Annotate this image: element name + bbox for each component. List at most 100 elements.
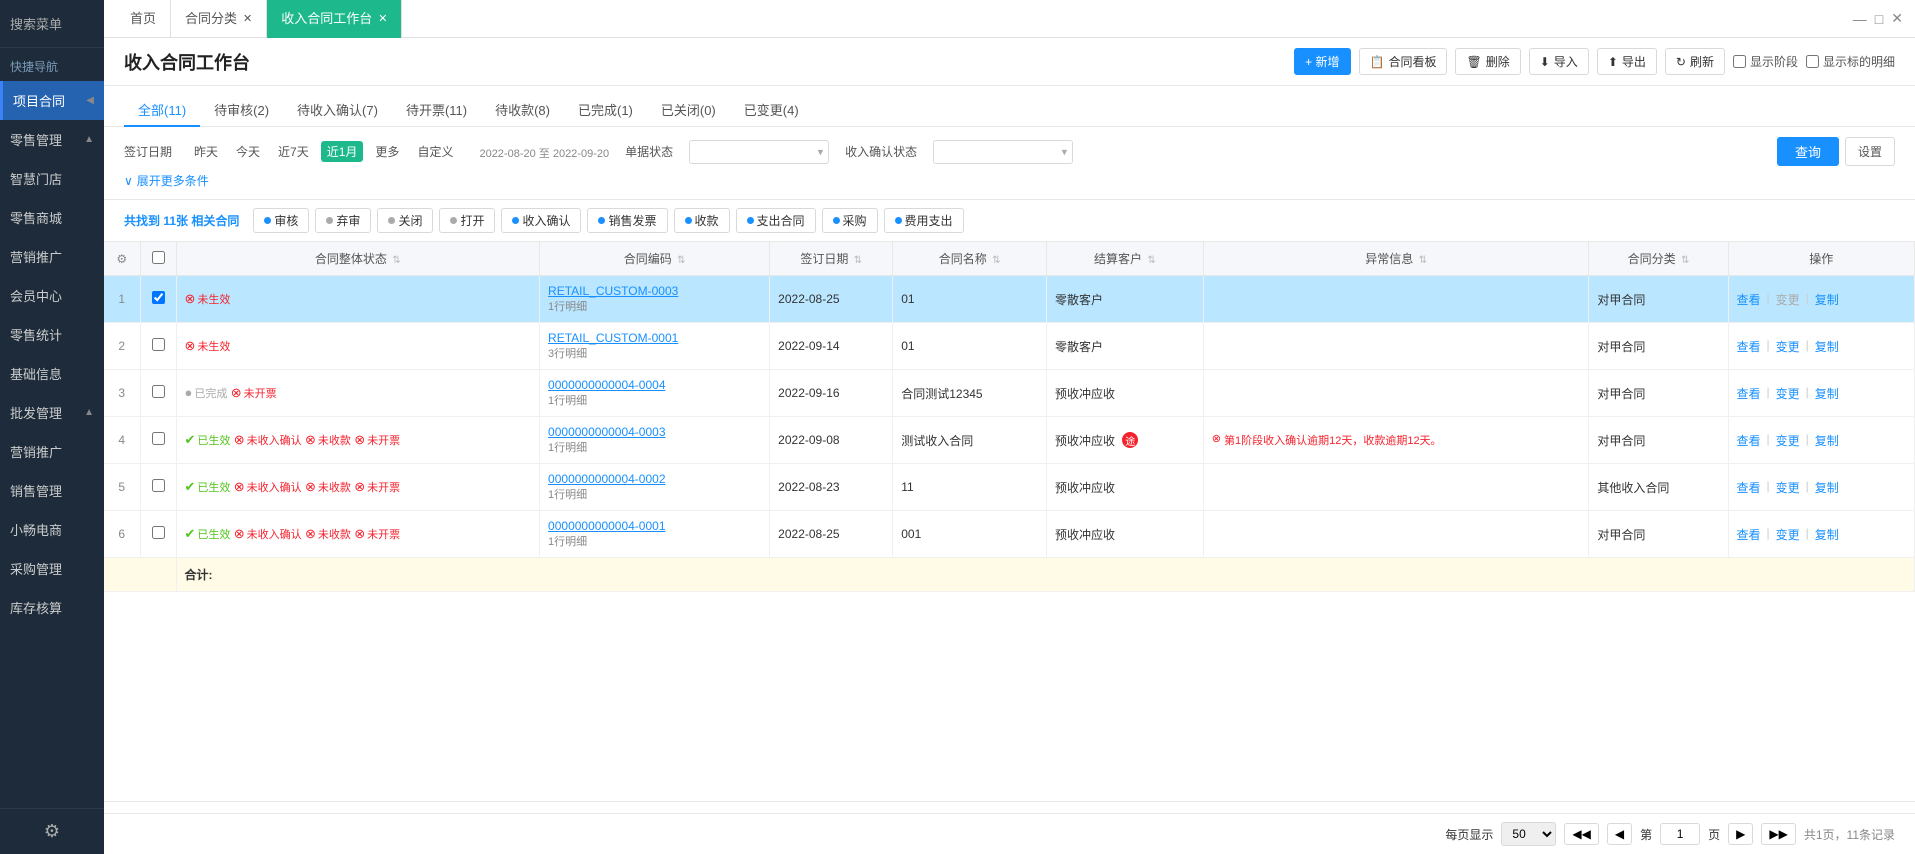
sidebar-item-retail-mall[interactable]: 零售商城 bbox=[0, 198, 104, 237]
prev-page-btn[interactable]: ◀ bbox=[1607, 823, 1632, 845]
tab-contract-cat[interactable]: 合同分类 ✕ bbox=[171, 0, 267, 38]
date-btn-today[interactable]: 今天 bbox=[230, 141, 266, 162]
per-page-select[interactable]: 50 10 20 100 bbox=[1501, 822, 1556, 846]
sidebar-item-purchase[interactable]: 采购管理 bbox=[0, 549, 104, 588]
expand-conditions-btn[interactable]: ∨ 展开更多条件 bbox=[124, 172, 1895, 189]
horizontal-scrollbar[interactable] bbox=[104, 801, 1915, 813]
sidebar-settings[interactable]: ⚙ bbox=[0, 808, 104, 854]
filter-tab-pending-invoice[interactable]: 待开票(11) bbox=[392, 94, 481, 127]
purchase-btn[interactable]: 采购 bbox=[822, 208, 878, 233]
filter-tab-all[interactable]: 全部(11) bbox=[124, 94, 200, 127]
sidebar-item-mkt-push[interactable]: 营销推广 bbox=[0, 432, 104, 471]
row-checkbox[interactable] bbox=[152, 385, 165, 398]
copy-btn-row5[interactable]: 复制 bbox=[1815, 479, 1839, 496]
filter-tab-changed[interactable]: 已变更(4) bbox=[730, 94, 813, 127]
delete-button[interactable]: 🗑 删除 bbox=[1455, 48, 1520, 75]
contract-code-link-row2[interactable]: RETAIL_CUSTOM-0001 bbox=[548, 331, 678, 345]
show-segment-checkbox[interactable]: 显示阶段 bbox=[1733, 53, 1798, 70]
first-page-btn[interactable]: ◀◀ bbox=[1564, 823, 1598, 845]
export-button[interactable]: ⬆ 导出 bbox=[1597, 48, 1657, 75]
filter-tab-pending-review[interactable]: 待审核(2) bbox=[200, 94, 283, 127]
row-checkbox[interactable] bbox=[152, 432, 165, 445]
expense-out-btn[interactable]: 费用支出 bbox=[884, 208, 964, 233]
filter-tab-pending-payment[interactable]: 待收款(8) bbox=[481, 94, 564, 127]
col-sign-date[interactable]: 签订日期 ⇅ bbox=[770, 242, 893, 276]
last-page-btn[interactable]: ▶▶ bbox=[1761, 823, 1795, 845]
col-customer[interactable]: 结算客户 ⇅ bbox=[1046, 242, 1203, 276]
view-btn-row6[interactable]: 查看 bbox=[1737, 526, 1761, 543]
sidebar-item-base-info[interactable]: 基础信息 bbox=[0, 354, 104, 393]
sidebar-item-marketing[interactable]: 营销推广 bbox=[0, 237, 104, 276]
tab-home[interactable]: 首页 bbox=[116, 0, 171, 38]
col-name[interactable]: 合同名称 ⇅ bbox=[893, 242, 1047, 276]
close-tab-income-workbench[interactable]: ✕ bbox=[378, 0, 387, 38]
col-gear[interactable]: ⚙ bbox=[104, 242, 140, 276]
contract-code-link-row1[interactable]: RETAIL_CUSTOM-0003 bbox=[548, 284, 678, 298]
contract-code-link-row4[interactable]: 0000000000004-0003 bbox=[548, 425, 665, 439]
change-btn-row6[interactable]: 变更 bbox=[1776, 526, 1800, 543]
sidebar-item-retail-stat[interactable]: 零售统计 bbox=[0, 315, 104, 354]
review-btn[interactable]: 审核 bbox=[253, 208, 309, 233]
view-btn-row3[interactable]: 查看 bbox=[1737, 385, 1761, 402]
sidebar-item-member[interactable]: 会员中心 bbox=[0, 276, 104, 315]
row-checkbox[interactable] bbox=[152, 338, 165, 351]
view-btn-row4[interactable]: 查看 bbox=[1737, 432, 1761, 449]
contract-code-link-row3[interactable]: 0000000000004-0004 bbox=[548, 378, 665, 392]
bill-status-select[interactable] bbox=[689, 140, 829, 164]
date-btn-more[interactable]: 更多 bbox=[369, 141, 405, 162]
close-icon[interactable]: ✕ bbox=[1891, 10, 1903, 27]
income-confirm-select[interactable] bbox=[933, 140, 1073, 164]
row-checkbox[interactable] bbox=[152, 479, 165, 492]
col-code[interactable]: 合同编码 ⇅ bbox=[540, 242, 770, 276]
close-contract-btn[interactable]: 关闭 bbox=[377, 208, 433, 233]
change-btn-row2[interactable]: 变更 bbox=[1776, 338, 1800, 355]
sidebar-item-xiaochu[interactable]: 小畅电商 bbox=[0, 510, 104, 549]
contract-code-link-row5[interactable]: 0000000000004-0002 bbox=[548, 472, 665, 486]
sidebar-item-smart-store[interactable]: 智慧门店 bbox=[0, 159, 104, 198]
sidebar-item-inventory[interactable]: 库存核算 bbox=[0, 588, 104, 627]
refresh-button[interactable]: ↻ 刷新 bbox=[1665, 48, 1725, 75]
settings-button[interactable]: 设置 bbox=[1845, 137, 1895, 166]
close-tab-contract-cat[interactable]: ✕ bbox=[243, 0, 252, 38]
view-btn-row2[interactable]: 查看 bbox=[1737, 338, 1761, 355]
copy-btn-row1[interactable]: 复制 bbox=[1815, 291, 1839, 308]
date-btn-last1m[interactable]: 近1月 bbox=[321, 141, 364, 162]
page-input[interactable] bbox=[1660, 823, 1700, 845]
copy-btn-row2[interactable]: 复制 bbox=[1815, 338, 1839, 355]
query-button[interactable]: 查询 bbox=[1777, 137, 1839, 166]
filter-tab-closed[interactable]: 已关闭(0) bbox=[647, 94, 730, 127]
abandon-btn[interactable]: 弃审 bbox=[315, 208, 371, 233]
select-all-checkbox[interactable] bbox=[152, 251, 165, 264]
minimize-icon[interactable]: — bbox=[1853, 11, 1867, 27]
view-btn-row5[interactable]: 查看 bbox=[1737, 479, 1761, 496]
maximize-icon[interactable]: □ bbox=[1875, 11, 1883, 27]
add-button[interactable]: + 新增 bbox=[1294, 48, 1350, 75]
income-confirm-btn[interactable]: 收入确认 bbox=[501, 208, 581, 233]
contract-code-link-row6[interactable]: 0000000000004-0001 bbox=[548, 519, 665, 533]
change-btn-row4[interactable]: 变更 bbox=[1776, 432, 1800, 449]
sidebar-search[interactable]: 搜索菜单 bbox=[0, 0, 104, 48]
show-detail-checkbox[interactable]: 显示标的明细 bbox=[1806, 53, 1895, 70]
row-checkbox[interactable] bbox=[152, 526, 165, 539]
sidebar-item-retail-mgmt[interactable]: 零售管理 ▲ bbox=[0, 120, 104, 159]
row-checkbox[interactable] bbox=[152, 291, 165, 304]
date-btn-last7[interactable]: 近7天 bbox=[272, 141, 315, 162]
contract-board-button[interactable]: 📋 合同看板 bbox=[1359, 48, 1448, 75]
view-btn-row1[interactable]: 查看 bbox=[1737, 291, 1761, 308]
col-category[interactable]: 合同分类 ⇅ bbox=[1589, 242, 1728, 276]
col-abnormal[interactable]: 异常信息 ⇅ bbox=[1203, 242, 1589, 276]
date-btn-custom[interactable]: 自定义 bbox=[411, 141, 459, 162]
receipt-btn[interactable]: 收款 bbox=[674, 208, 730, 233]
date-btn-yesterday[interactable]: 昨天 bbox=[188, 141, 224, 162]
copy-btn-row4[interactable]: 复制 bbox=[1815, 432, 1839, 449]
tab-income-workbench[interactable]: 收入合同工作台 ✕ bbox=[267, 0, 402, 38]
filter-tab-pending-confirm[interactable]: 待收入确认(7) bbox=[283, 94, 392, 127]
out-contract-btn[interactable]: 支出合同 bbox=[736, 208, 816, 233]
change-btn-row3[interactable]: 变更 bbox=[1776, 385, 1800, 402]
copy-btn-row3[interactable]: 复制 bbox=[1815, 385, 1839, 402]
filter-tab-completed[interactable]: 已完成(1) bbox=[564, 94, 647, 127]
print-btn[interactable]: 打开 bbox=[439, 208, 495, 233]
sidebar-item-wholesale[interactable]: 批发管理 ▲ bbox=[0, 393, 104, 432]
import-button[interactable]: ⬇ 导入 bbox=[1529, 48, 1589, 75]
sales-invoice-btn[interactable]: 销售发票 bbox=[587, 208, 667, 233]
